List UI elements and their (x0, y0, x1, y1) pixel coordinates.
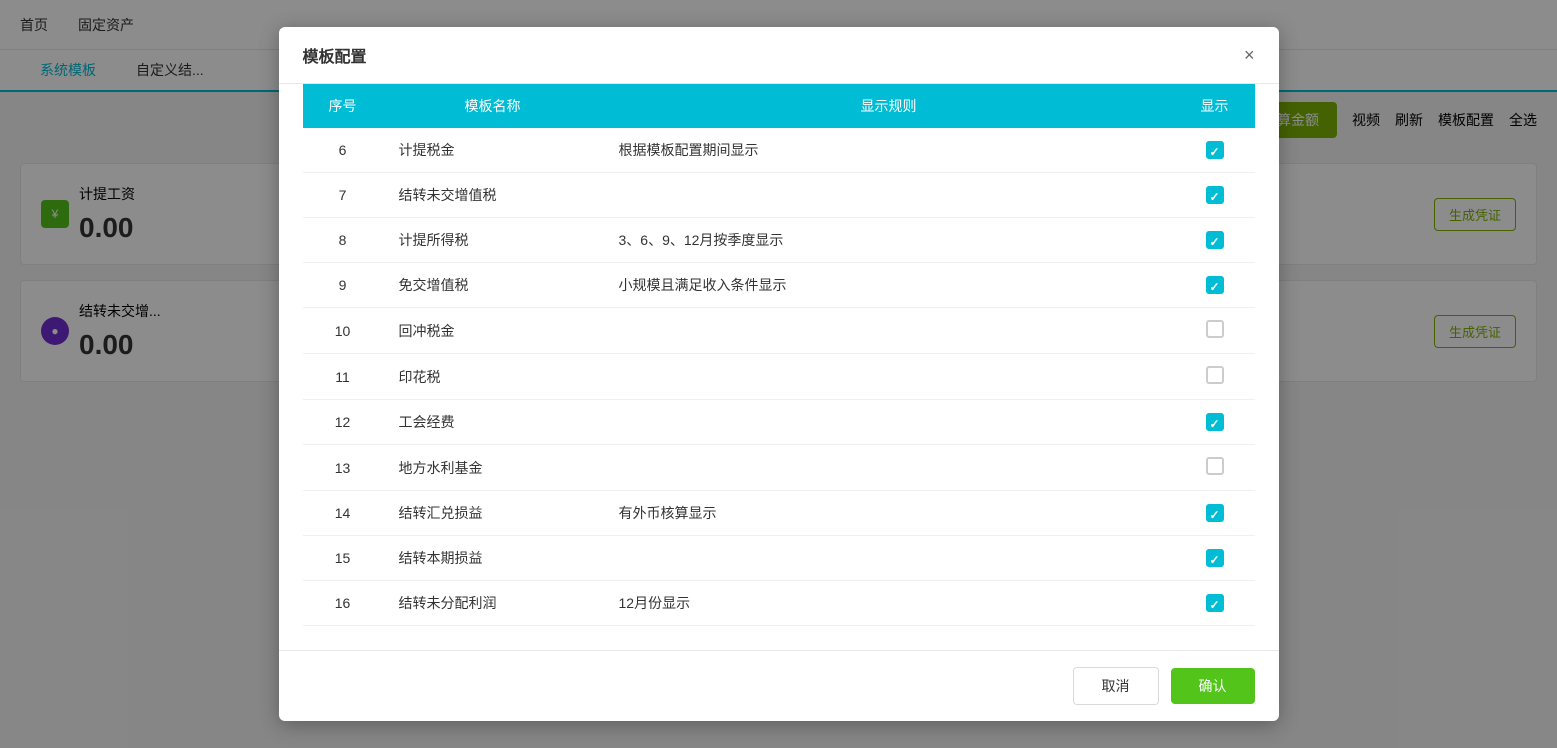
row-checkbox-cell (1175, 128, 1255, 173)
row-name: 印花税 (383, 354, 603, 400)
row-id: 15 (303, 536, 383, 581)
row-checkbox[interactable] (1206, 413, 1224, 431)
row-name: 计提税金 (383, 128, 603, 173)
row-checkbox[interactable] (1206, 504, 1224, 522)
table-body: 6计提税金根据模板配置期间显示7结转未交增值税8计提所得税3、6、9、12月按季… (303, 128, 1255, 626)
table-row: 7结转未交增值税 (303, 173, 1255, 218)
row-checkbox[interactable] (1206, 186, 1224, 204)
modal-header: 模板配置 × (279, 27, 1279, 84)
row-checkbox[interactable] (1206, 549, 1224, 567)
confirm-button[interactable]: 确认 (1171, 668, 1255, 704)
row-rule: 根据模板配置期间显示 (603, 128, 1175, 173)
row-id: 13 (303, 445, 383, 491)
col-header-name: 模板名称 (383, 84, 603, 128)
row-checkbox[interactable] (1206, 320, 1224, 338)
modal-overlay: 模板配置 × 序号 模板名称 显示规则 显示 6计提税金根据模板配置期间显示7结… (0, 0, 1557, 748)
row-checkbox-cell (1175, 581, 1255, 626)
row-name: 结转未分配利润 (383, 581, 603, 626)
row-rule (603, 308, 1175, 354)
row-checkbox-cell (1175, 218, 1255, 263)
row-id: 11 (303, 354, 383, 400)
row-name: 计提所得税 (383, 218, 603, 263)
row-rule: 有外币核算显示 (603, 491, 1175, 536)
table-row: 13地方水利基金 (303, 445, 1255, 491)
row-checkbox-cell (1175, 354, 1255, 400)
row-id: 8 (303, 218, 383, 263)
table-row: 6计提税金根据模板配置期间显示 (303, 128, 1255, 173)
row-name: 回冲税金 (383, 308, 603, 354)
table-row: 11印花税 (303, 354, 1255, 400)
row-id: 6 (303, 128, 383, 173)
table-row: 8计提所得税3、6、9、12月按季度显示 (303, 218, 1255, 263)
col-header-display: 显示 (1175, 84, 1255, 128)
row-checkbox-cell (1175, 263, 1255, 308)
table-row: 16结转未分配利润12月份显示 (303, 581, 1255, 626)
row-id: 9 (303, 263, 383, 308)
row-name: 结转汇兑损益 (383, 491, 603, 536)
row-id: 7 (303, 173, 383, 218)
cancel-button[interactable]: 取消 (1073, 667, 1159, 705)
table-header-row: 序号 模板名称 显示规则 显示 (303, 84, 1255, 128)
col-header-rule: 显示规则 (603, 84, 1175, 128)
row-checkbox-cell (1175, 400, 1255, 445)
table-row: 15结转本期损益 (303, 536, 1255, 581)
row-rule: 12月份显示 (603, 581, 1175, 626)
modal-title: 模板配置 (303, 43, 367, 67)
row-rule (603, 400, 1175, 445)
row-checkbox[interactable] (1206, 457, 1224, 475)
row-name: 免交增值税 (383, 263, 603, 308)
table-row: 14结转汇兑损益有外币核算显示 (303, 491, 1255, 536)
col-header-id: 序号 (303, 84, 383, 128)
modal-close-button[interactable]: × (1244, 46, 1255, 64)
template-config-modal: 模板配置 × 序号 模板名称 显示规则 显示 6计提税金根据模板配置期间显示7结… (279, 27, 1279, 721)
config-table: 序号 模板名称 显示规则 显示 6计提税金根据模板配置期间显示7结转未交增值税8… (303, 84, 1255, 626)
modal-footer: 取消 确认 (279, 650, 1279, 721)
row-checkbox-cell (1175, 308, 1255, 354)
row-id: 14 (303, 491, 383, 536)
row-rule: 3、6、9、12月按季度显示 (603, 218, 1175, 263)
table-row: 12工会经费 (303, 400, 1255, 445)
modal-body: 序号 模板名称 显示规则 显示 6计提税金根据模板配置期间显示7结转未交增值税8… (279, 84, 1279, 650)
table-row: 10回冲税金 (303, 308, 1255, 354)
row-checkbox[interactable] (1206, 141, 1224, 159)
row-checkbox[interactable] (1206, 366, 1224, 384)
row-id: 10 (303, 308, 383, 354)
row-id: 16 (303, 581, 383, 626)
row-checkbox[interactable] (1206, 594, 1224, 612)
row-checkbox[interactable] (1206, 231, 1224, 249)
row-name: 工会经费 (383, 400, 603, 445)
row-id: 12 (303, 400, 383, 445)
table-row: 9免交增值税小规模且满足收入条件显示 (303, 263, 1255, 308)
row-checkbox-cell (1175, 491, 1255, 536)
table-head: 序号 模板名称 显示规则 显示 (303, 84, 1255, 128)
row-name: 结转本期损益 (383, 536, 603, 581)
row-checkbox-cell (1175, 536, 1255, 581)
row-name: 结转未交增值税 (383, 173, 603, 218)
row-rule (603, 173, 1175, 218)
row-checkbox[interactable] (1206, 276, 1224, 294)
row-rule (603, 445, 1175, 491)
row-name: 地方水利基金 (383, 445, 603, 491)
row-checkbox-cell (1175, 173, 1255, 218)
row-rule: 小规模且满足收入条件显示 (603, 263, 1175, 308)
row-rule (603, 354, 1175, 400)
row-checkbox-cell (1175, 445, 1255, 491)
row-rule (603, 536, 1175, 581)
